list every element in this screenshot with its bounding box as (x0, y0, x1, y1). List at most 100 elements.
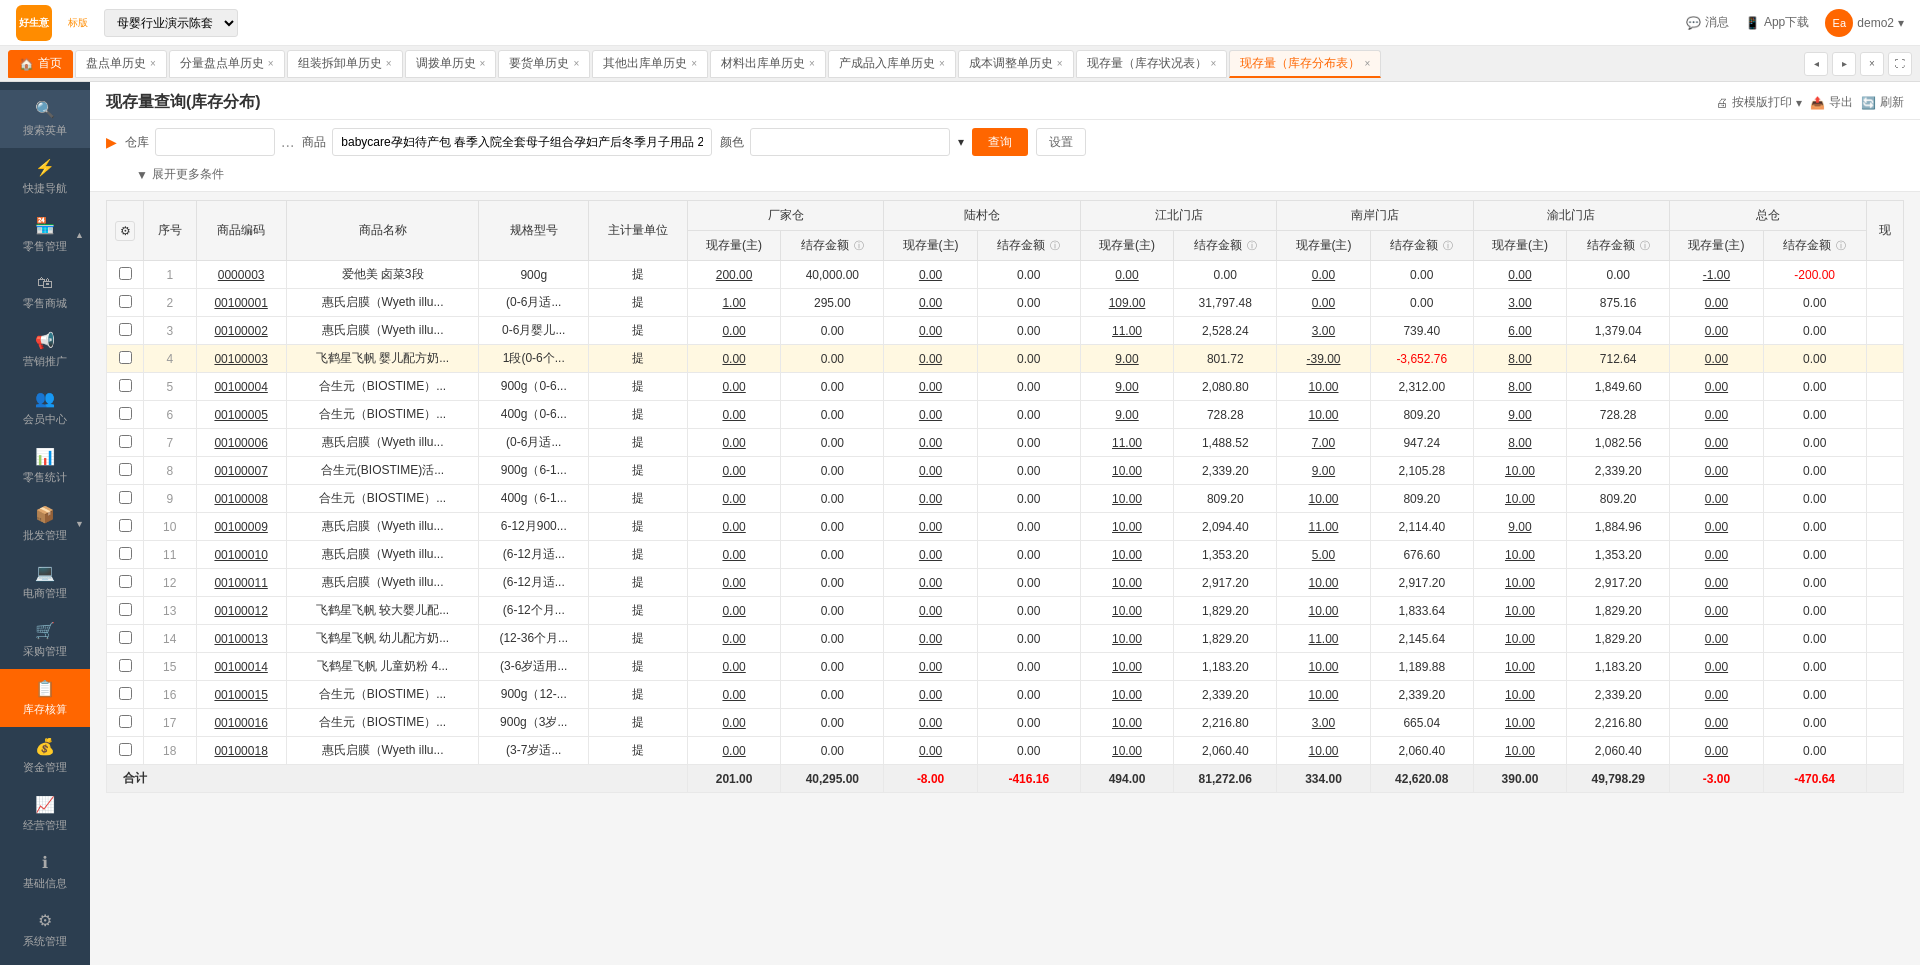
cell-checkbox[interactable] (107, 485, 144, 513)
collapse-arrow[interactable]: ▶ (106, 134, 117, 150)
sidebar-item-ecommerce[interactable]: 💻 电商管理 (0, 553, 90, 611)
cell-no: 4 (144, 345, 197, 373)
sidebar-item-search[interactable]: 🔍 搜索英单 (0, 90, 90, 148)
sidebar-item-collab[interactable]: 🤝 企业协同 (0, 959, 90, 965)
sidebar-item-operations[interactable]: 📈 经营管理 (0, 785, 90, 843)
tab-material-out[interactable]: 材料出库单历史 × (710, 50, 826, 78)
cell-spec: (6-12个月... (479, 597, 589, 625)
warehouse-dots[interactable]: ... (281, 133, 294, 151)
close-icon[interactable]: × (386, 58, 392, 69)
sidebar-item-marketing[interactable]: 📢 营销推广 (0, 321, 90, 379)
close-icon[interactable]: × (691, 58, 697, 69)
table-container[interactable]: ⚙ 序号 商品编码 商品名称 规格型号 主计量单位 厂家仓 陆村仓 江北门店 南… (90, 192, 1920, 965)
tab-close-btn[interactable]: × (1860, 52, 1884, 76)
sidebar-item-finance[interactable]: 💰 资金管理 (0, 727, 90, 785)
app-download-btn[interactable]: 📱 App下载 (1745, 14, 1809, 31)
close-icon[interactable]: × (480, 58, 486, 69)
sidebar-item-retail-mgmt[interactable]: 🏪 零售管理 ▲ (0, 206, 90, 264)
cell-name: 惠氏启膜（Wyeth illu... (286, 737, 479, 765)
color-label: 颜色 (720, 134, 744, 151)
cell-checkbox[interactable] (107, 625, 144, 653)
cell-checkbox[interactable] (107, 345, 144, 373)
username: demo2 (1857, 16, 1894, 30)
cell-land-amt: 0.00 (977, 401, 1080, 429)
close-icon[interactable]: × (1364, 58, 1370, 69)
cell-yubei-qty: 3.00 (1473, 289, 1567, 317)
search-button[interactable]: 查询 (972, 128, 1028, 156)
cell-checkbox[interactable] (107, 401, 144, 429)
tab-outbound[interactable]: 其他出库单历史 × (592, 50, 708, 78)
th-unit: 主计量单位 (589, 201, 688, 261)
color-input[interactable] (750, 128, 950, 156)
sidebar-item-wholesale[interactable]: 📦 批发管理 ▼ (0, 495, 90, 553)
cell-jiangbei-amt: 728.28 (1174, 401, 1277, 429)
product-input[interactable] (332, 128, 712, 156)
cell-code: 00100001 (196, 289, 286, 317)
cell-checkbox[interactable] (107, 429, 144, 457)
tab-stock-dist[interactable]: 现存量（库存分布表） × (1229, 50, 1381, 78)
close-icon[interactable]: × (150, 58, 156, 69)
tab-stock-status[interactable]: 现存量（库存状况表） × (1076, 50, 1228, 78)
tab-prev-btn[interactable]: ◂ (1804, 52, 1828, 76)
tab-next-btn[interactable]: ▸ (1832, 52, 1856, 76)
refresh-btn[interactable]: 🔄 刷新 (1861, 94, 1904, 111)
tab-home[interactable]: 🏠 首页 (8, 50, 73, 78)
cell-jiangbei-qty: 10.00 (1080, 597, 1174, 625)
sidebar-item-retail-stats[interactable]: 📊 零售统计 (0, 437, 90, 495)
expand-button[interactable]: ▼ 展开更多条件 (136, 166, 224, 183)
cell-checkbox[interactable] (107, 457, 144, 485)
close-icon[interactable]: × (809, 58, 815, 69)
cell-checkbox[interactable] (107, 373, 144, 401)
sidebar-item-members[interactable]: 👥 会员中心 (0, 379, 90, 437)
sidebar-item-inventory[interactable]: 📋 库存核算 (0, 669, 90, 727)
sidebar-item-system[interactable]: ⚙ 系统管理 (0, 901, 90, 959)
user-avatar[interactable]: Ea demo2 ▾ (1825, 9, 1904, 37)
cell-checkbox[interactable] (107, 653, 144, 681)
close-icon[interactable]: × (939, 58, 945, 69)
close-icon[interactable]: × (1057, 58, 1063, 69)
tab-order-label: 要货单历史 (509, 55, 569, 72)
cell-checkbox[interactable] (107, 597, 144, 625)
sidebar-item-mall[interactable]: 🛍 零售商城 (0, 264, 90, 321)
arrow-down-icon: ▼ (75, 519, 84, 529)
sidebar-wholesale-label: 批发管理 (23, 528, 67, 543)
color-dropdown-icon[interactable]: ▾ (958, 135, 964, 149)
tab-assembly[interactable]: 组装拆卸单历史 × (287, 50, 403, 78)
cell-checkbox[interactable] (107, 737, 144, 765)
tab-order[interactable]: 要货单历史 × (498, 50, 590, 78)
industry-select[interactable]: 母婴行业演示陈套 (104, 9, 238, 37)
sidebar-item-basic-info[interactable]: ℹ 基础信息 (0, 843, 90, 901)
tab-transfer[interactable]: 调拨单历史 × (405, 50, 497, 78)
total-total-amt: -470.64 (1763, 765, 1866, 793)
close-icon[interactable]: × (268, 58, 274, 69)
sidebar-item-purchase[interactable]: 🛒 采购管理 (0, 611, 90, 669)
setting-button[interactable]: 设置 (1036, 128, 1086, 156)
cell-checkbox[interactable] (107, 569, 144, 597)
cell-checkbox[interactable] (107, 541, 144, 569)
warehouse-input[interactable] (155, 128, 275, 156)
cell-spec: 900g (479, 261, 589, 289)
basic-info-icon: ℹ (42, 853, 48, 872)
cell-nanan-amt: 809.20 (1370, 485, 1473, 513)
tab-inventory-check[interactable]: 盘点单历史 × (75, 50, 167, 78)
cell-unit: 提 (589, 709, 688, 737)
cell-checkbox[interactable] (107, 513, 144, 541)
tab-finished-in[interactable]: 产成品入库单历史 × (828, 50, 956, 78)
cell-checkbox[interactable] (107, 289, 144, 317)
cell-checkbox[interactable] (107, 261, 144, 289)
cell-checkbox[interactable] (107, 681, 144, 709)
sidebar-item-quicknav[interactable]: ⚡ 快捷导航 (0, 148, 90, 206)
tab-expand-btn[interactable]: ⛶ (1888, 52, 1912, 76)
export-btn[interactable]: 📤 导出 (1810, 94, 1853, 111)
tab-cost-adjust[interactable]: 成本调整单历史 × (958, 50, 1074, 78)
th-jiangbei-qty: 现存量(主) (1080, 231, 1174, 261)
print-btn[interactable]: 🖨 按模版打印 ▾ (1716, 94, 1802, 111)
close-icon[interactable]: × (573, 58, 579, 69)
close-icon[interactable]: × (1211, 58, 1217, 69)
cell-spec: 900g（12-... (479, 681, 589, 709)
settings-icon[interactable]: ⚙ (115, 221, 135, 241)
message-btn[interactable]: 💬 消息 (1686, 14, 1729, 31)
cell-checkbox[interactable] (107, 709, 144, 737)
cell-checkbox[interactable] (107, 317, 144, 345)
tab-split-inventory[interactable]: 分量盘点单历史 × (169, 50, 285, 78)
